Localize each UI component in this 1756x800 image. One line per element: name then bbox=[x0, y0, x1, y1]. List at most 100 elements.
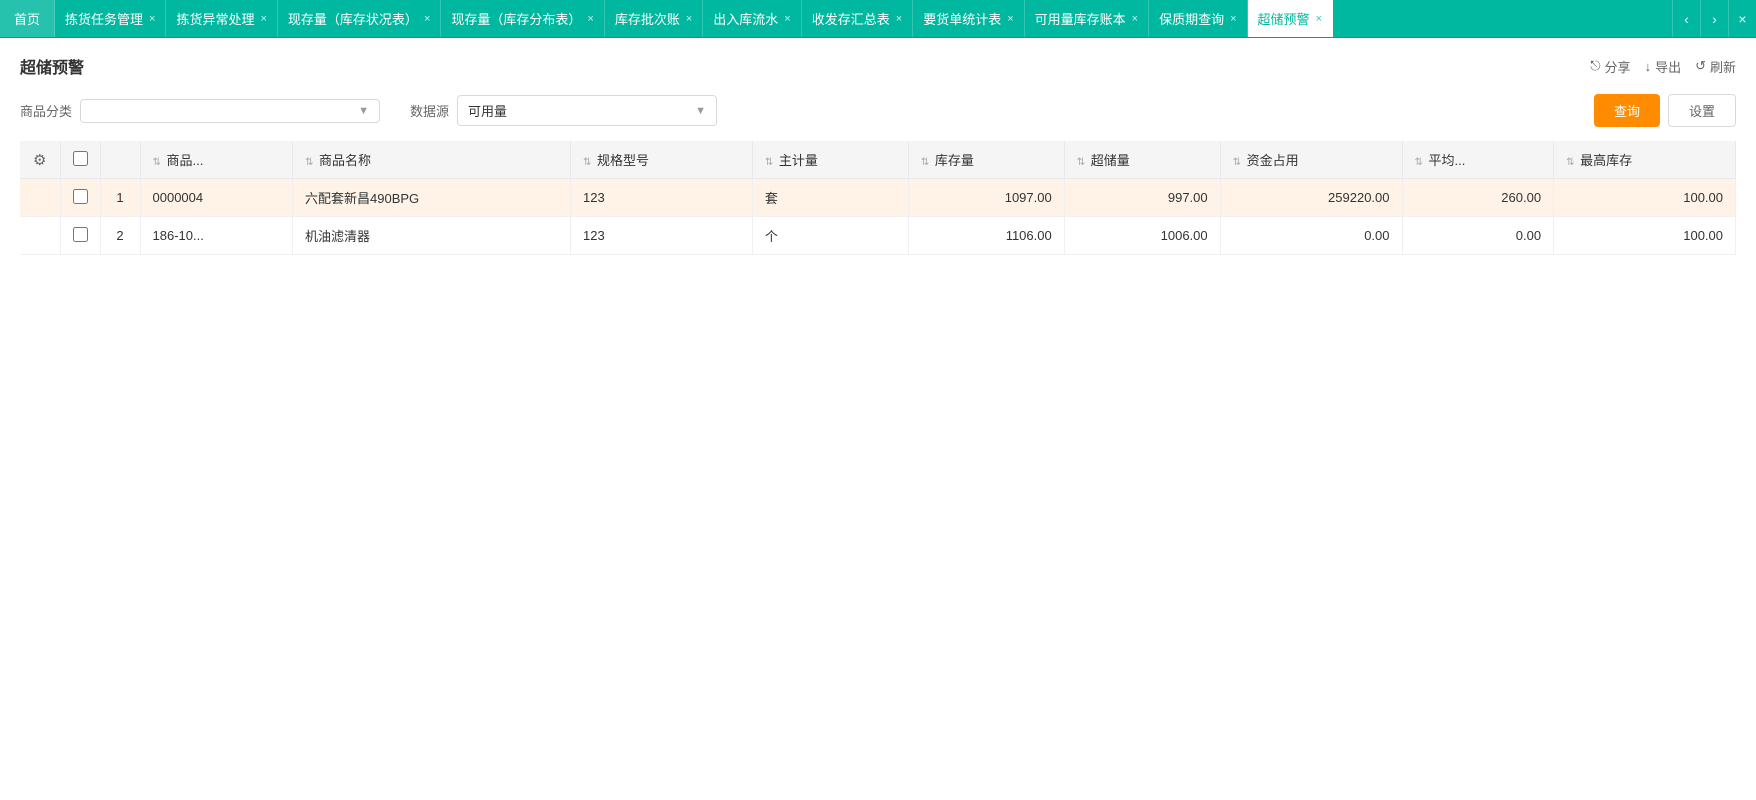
col-overstock[interactable]: ⇅ 超储量 bbox=[1064, 141, 1220, 179]
nav-arrows: ‹ › × bbox=[1672, 0, 1756, 38]
page-content: 超储预警 ⎋ 分享 ↓ 导出 ↺ 刷新 商品分类 ▼ 数据源 bbox=[0, 38, 1756, 800]
nav-tab-label-2: 现存量（库存状况表） bbox=[288, 9, 418, 28]
nav-tab-10[interactable]: 超储预警 × bbox=[1248, 0, 1333, 37]
nav-tab-4[interactable]: 库存批次账 × bbox=[605, 0, 703, 37]
col-avg[interactable]: ⇅ 平均... bbox=[1402, 141, 1554, 179]
nav-tab-close-4[interactable]: × bbox=[686, 13, 692, 25]
category-label: 商品分类 bbox=[20, 101, 72, 120]
query-button[interactable]: 查询 bbox=[1594, 94, 1660, 127]
nav-tab-label-5: 出入库流水 bbox=[713, 9, 778, 28]
sort-icon-overstock: ⇅ bbox=[1077, 157, 1085, 168]
nav-tab-label-10: 超储预警 bbox=[1258, 9, 1310, 28]
export-icon: ↓ bbox=[1645, 59, 1652, 74]
row-product-name-1: 机油滤清器 bbox=[293, 217, 571, 255]
sort-icon-max-stock: ⇅ bbox=[1566, 157, 1574, 168]
nav-tab-close-2[interactable]: × bbox=[424, 13, 430, 25]
col-max-stock[interactable]: ⇅ 最高库存 bbox=[1554, 141, 1736, 179]
nav-tab-1[interactable]: 拣货异常处理× bbox=[166, 0, 277, 37]
nav-tab-5[interactable]: 出入库流水 × bbox=[703, 0, 801, 37]
nav-home-label: 首页 bbox=[14, 9, 40, 28]
nav-tab-close-0[interactable]: × bbox=[149, 13, 155, 25]
row-product-code-1: 186-10... bbox=[140, 217, 293, 255]
row-capital-0: 259220.00 bbox=[1220, 179, 1402, 217]
datasource-select[interactable]: 可用量 ▼ bbox=[457, 95, 717, 126]
header-actions: ⎋ 分享 ↓ 导出 ↺ 刷新 bbox=[1590, 57, 1736, 76]
nav-tab-2[interactable]: 现存量（库存状况表） × bbox=[278, 0, 441, 37]
refresh-action[interactable]: ↺ 刷新 bbox=[1695, 57, 1736, 76]
row-stock-0: 1097.00 bbox=[908, 179, 1064, 217]
filter-row: 商品分类 ▼ 数据源 可用量 ▼ 查询 设置 bbox=[20, 94, 1736, 127]
nav-tab-close-6[interactable]: × bbox=[896, 13, 902, 25]
nav-arrow-right[interactable]: › bbox=[1700, 0, 1728, 38]
col-checkbox[interactable] bbox=[60, 141, 100, 179]
col-index bbox=[100, 141, 140, 179]
nav-tab-0[interactable]: 拣货任务管理 × bbox=[55, 0, 166, 37]
row-checkbox-input-0[interactable] bbox=[73, 189, 88, 204]
share-action[interactable]: ⎋ 分享 bbox=[1590, 57, 1630, 76]
row-capital-1: 0.00 bbox=[1220, 217, 1402, 255]
row-unit-0: 套 bbox=[752, 179, 908, 217]
share-label: 分享 bbox=[1605, 57, 1631, 76]
share-icon: ⎋ bbox=[1590, 58, 1600, 74]
nav-tab-label-3: 现存量（库存分布表） bbox=[451, 9, 581, 28]
nav-tab-label-0: 拣货任务管理 bbox=[65, 9, 143, 28]
row-spec-0: 123 bbox=[571, 179, 753, 217]
nav-tab-label-9: 保质期查询 bbox=[1159, 9, 1224, 28]
row-unit-1: 个 bbox=[752, 217, 908, 255]
filter-group-category: 商品分类 ▼ bbox=[20, 99, 380, 123]
nav-tab-label-7: 要货单统计表 bbox=[923, 9, 1001, 28]
row-settings-0 bbox=[20, 179, 60, 217]
sort-icon-product-name: ⇅ bbox=[305, 157, 313, 168]
nav-tab-close-7[interactable]: × bbox=[1007, 13, 1013, 25]
nav-tab-close-8[interactable]: × bbox=[1132, 13, 1138, 25]
col-product-code[interactable]: ⇅ 商品... bbox=[140, 141, 293, 179]
nav-tab-8[interactable]: 可用量库存账本× bbox=[1025, 0, 1149, 37]
category-select[interactable]: ▼ bbox=[80, 99, 380, 123]
nav-tab-close-5[interactable]: × bbox=[784, 13, 790, 25]
nav-tab-close-10[interactable]: × bbox=[1316, 13, 1322, 25]
sort-icon-spec: ⇅ bbox=[583, 157, 591, 168]
col-unit[interactable]: ⇅ 主计量 bbox=[752, 141, 908, 179]
nav-tab-close-3[interactable]: × bbox=[587, 13, 593, 25]
datasource-value: 可用量 bbox=[468, 101, 507, 120]
data-table: ⚙ ⇅ 商品... ⇅ 商品名称 ⇅ 规格型号 bbox=[20, 141, 1736, 255]
export-action[interactable]: ↓ 导出 bbox=[1645, 57, 1682, 76]
row-max-stock-1: 100.00 bbox=[1554, 217, 1736, 255]
category-arrow-icon: ▼ bbox=[358, 105, 369, 117]
col-spec[interactable]: ⇅ 规格型号 bbox=[571, 141, 753, 179]
col-product-name[interactable]: ⇅ 商品名称 bbox=[293, 141, 571, 179]
col-stock[interactable]: ⇅ 库存量 bbox=[908, 141, 1064, 179]
page-header: 超储预警 ⎋ 分享 ↓ 导出 ↺ 刷新 bbox=[20, 54, 1736, 78]
select-all-checkbox[interactable] bbox=[73, 151, 88, 166]
nav-tab-close-9[interactable]: × bbox=[1230, 13, 1236, 25]
row-product-code-0: 0000004 bbox=[140, 179, 293, 217]
refresh-label: 刷新 bbox=[1710, 57, 1736, 76]
settings-button[interactable]: 设置 bbox=[1668, 94, 1736, 127]
row-spec-1: 123 bbox=[571, 217, 753, 255]
nav-tab-label-4: 库存批次账 bbox=[615, 9, 680, 28]
nav-arrow-close[interactable]: × bbox=[1728, 0, 1756, 38]
row-checkbox-0[interactable] bbox=[60, 179, 100, 217]
col-capital[interactable]: ⇅ 资金占用 bbox=[1220, 141, 1402, 179]
row-max-stock-0: 100.00 bbox=[1554, 179, 1736, 217]
refresh-icon: ↺ bbox=[1695, 58, 1706, 74]
gear-icon[interactable]: ⚙ bbox=[33, 152, 46, 169]
nav-arrow-left[interactable]: ‹ bbox=[1672, 0, 1700, 38]
row-checkbox-1[interactable] bbox=[60, 217, 100, 255]
datasource-arrow-icon: ▼ bbox=[695, 105, 706, 117]
row-overstock-0: 997.00 bbox=[1064, 179, 1220, 217]
sort-icon-product-code: ⇅ bbox=[153, 157, 161, 168]
nav-home[interactable]: 首页 bbox=[0, 0, 55, 37]
nav-tab-6[interactable]: 收发存汇总表× bbox=[802, 0, 913, 37]
table-header-row: ⚙ ⇅ 商品... ⇅ 商品名称 ⇅ 规格型号 bbox=[20, 141, 1736, 179]
nav-tab-3[interactable]: 现存量（库存分布表） × bbox=[441, 0, 604, 37]
row-checkbox-input-1[interactable] bbox=[73, 227, 88, 242]
row-overstock-1: 1006.00 bbox=[1064, 217, 1220, 255]
row-index-1: 2 bbox=[100, 217, 140, 255]
nav-tab-7[interactable]: 要货单统计表 × bbox=[913, 0, 1024, 37]
nav-tab-close-1[interactable]: × bbox=[260, 13, 266, 25]
sort-icon-stock: ⇅ bbox=[921, 157, 929, 168]
col-settings[interactable]: ⚙ bbox=[20, 141, 60, 179]
nav-tab-9[interactable]: 保质期查询 × bbox=[1149, 0, 1247, 37]
top-nav: 首页 拣货任务管理×拣货异常处理×现存量（库存状况表）×现存量（库存分布表）×库… bbox=[0, 0, 1756, 38]
